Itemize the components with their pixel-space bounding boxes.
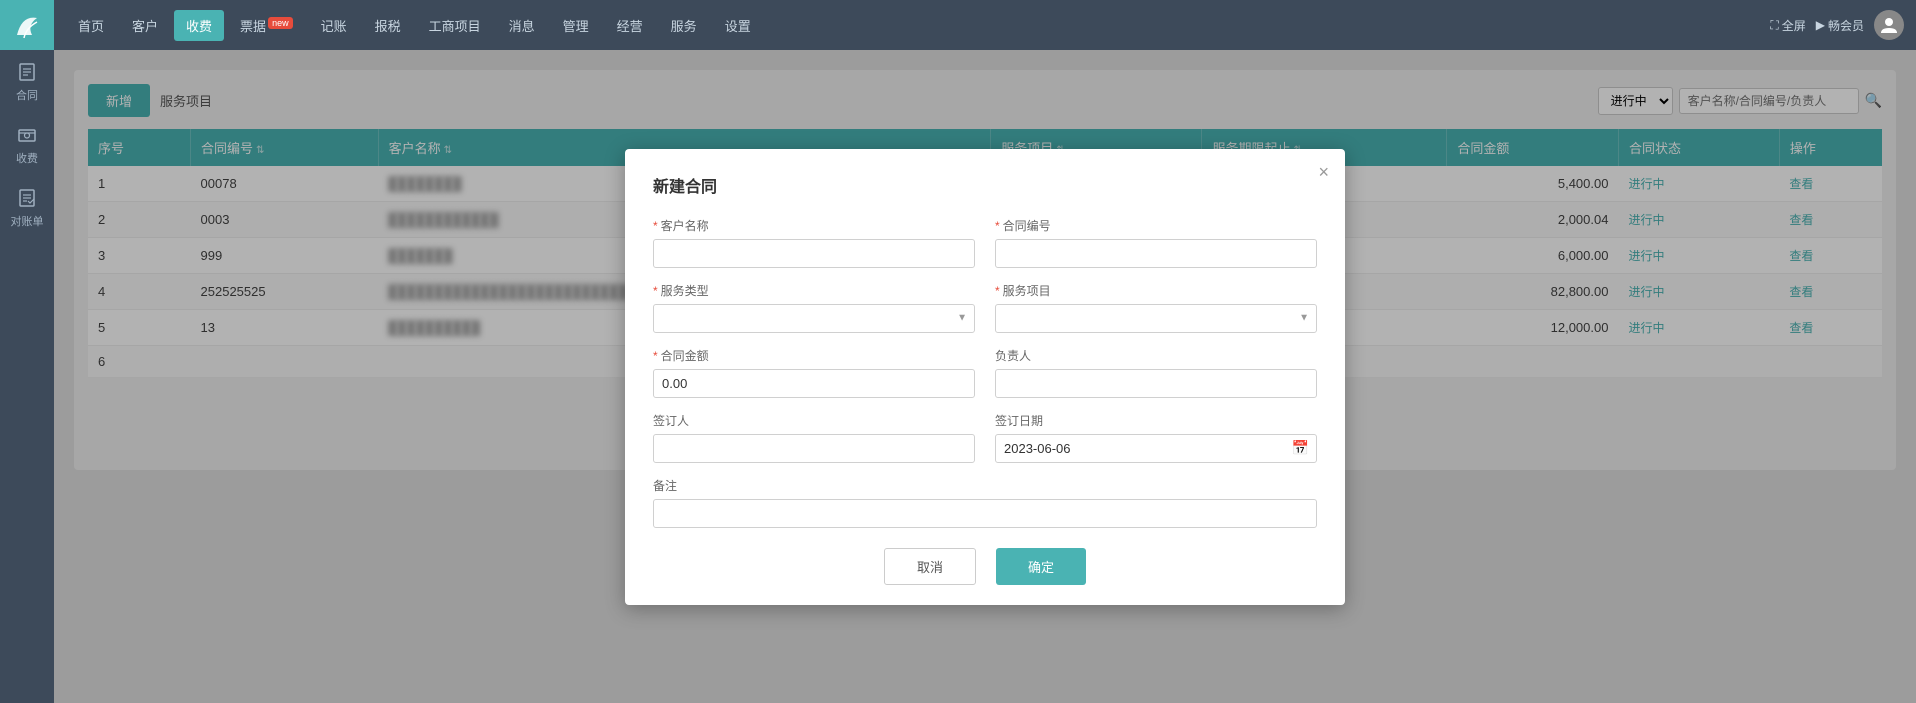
contract-no-input[interactable]: [995, 239, 1317, 268]
nav-business[interactable]: 工商项目: [417, 10, 493, 41]
contract-amount-input[interactable]: [653, 369, 975, 398]
service-item-label: *服务项目: [995, 282, 1317, 299]
fullscreen-icon: ⛶: [1770, 18, 1778, 33]
sidebar-item-reconciliation[interactable]: 对账单: [0, 176, 54, 239]
content-area: 新增 服务项目 进行中 已完成 已终止 🔍 序号 合同编: [54, 50, 1916, 703]
sidebar: 合同 收费 对账单: [0, 0, 54, 703]
sign-date-input[interactable]: [995, 434, 1317, 463]
topnav-right: ⛶ 全屏 ▶ 畅会员: [1770, 10, 1904, 40]
sign-date-wrapper: 📅: [995, 434, 1317, 463]
contract-amount-label: *合同金额: [653, 347, 975, 364]
new-contract-modal: 新建合同 × *客户名称 *合同编号: [625, 149, 1345, 605]
nav-invoice[interactable]: 票据new: [228, 10, 305, 41]
remark-label: 备注: [653, 477, 1317, 494]
contract-no-row: *合同编号: [995, 217, 1317, 268]
signer-label: 签订人: [653, 412, 975, 429]
new-badge: new: [268, 17, 293, 29]
service-item-select-wrapper: [995, 304, 1317, 333]
customer-name-label: *客户名称: [653, 217, 975, 234]
sidebar-item-collection-label: 收费: [16, 150, 38, 166]
modal-title: 新建合同: [653, 173, 1317, 197]
contract-icon: [15, 60, 39, 84]
nav-tax[interactable]: 报税: [363, 10, 413, 41]
responsible-person-row: 负责人: [995, 347, 1317, 398]
app-logo[interactable]: [0, 0, 54, 50]
service-item-row: *服务项目: [995, 282, 1317, 333]
service-type-label: *服务类型: [653, 282, 975, 299]
sidebar-item-contract-label: 合同: [16, 87, 38, 103]
modal-overlay[interactable]: 新建合同 × *客户名称 *合同编号: [54, 50, 1916, 703]
calendar-icon: 📅: [1292, 440, 1309, 457]
remark-input[interactable]: [653, 499, 1317, 528]
nav-bookkeeping[interactable]: 记账: [309, 10, 359, 41]
modal-form: *客户名称 *合同编号 *服务类型: [653, 217, 1317, 528]
contract-amount-row: *合同金额: [653, 347, 975, 398]
topnav: 首页 客户 收费 票据new 记账 报税 工商项目 消息 管理 经营 服务 设置…: [54, 0, 1916, 50]
service-type-row: *服务类型: [653, 282, 975, 333]
sign-date-label: 签订日期: [995, 412, 1317, 429]
fullscreen-button[interactable]: ⛶ 全屏: [1770, 17, 1805, 34]
sign-date-row: 签订日期 📅: [995, 412, 1317, 463]
modal-footer: 取消 确定: [653, 548, 1317, 585]
nav-operation[interactable]: 经营: [605, 10, 655, 41]
member-button[interactable]: ▶ 畅会员: [1816, 17, 1864, 34]
responsible-person-input[interactable]: [995, 369, 1317, 398]
nav-collection[interactable]: 收费: [174, 10, 224, 41]
member-icon: ▶: [1816, 18, 1825, 32]
customer-name-input[interactable]: [653, 239, 975, 268]
user-avatar[interactable]: [1874, 10, 1904, 40]
nav-service[interactable]: 服务: [659, 10, 709, 41]
sidebar-item-collection[interactable]: 收费: [0, 113, 54, 176]
cancel-button[interactable]: 取消: [884, 548, 976, 585]
responsible-person-label: 负责人: [995, 347, 1317, 364]
signer-input[interactable]: [653, 434, 975, 463]
fullscreen-label: 全屏: [1782, 17, 1806, 34]
member-label: 畅会员: [1828, 17, 1864, 34]
customer-name-row: *客户名称: [653, 217, 975, 268]
nav-management[interactable]: 管理: [551, 10, 601, 41]
nav-settings[interactable]: 设置: [713, 10, 763, 41]
service-type-select[interactable]: [653, 304, 975, 333]
nav-message[interactable]: 消息: [497, 10, 547, 41]
sidebar-item-contract[interactable]: 合同: [0, 50, 54, 113]
contract-no-label: *合同编号: [995, 217, 1317, 234]
reconciliation-icon: [15, 186, 39, 210]
modal-close-button[interactable]: ×: [1318, 163, 1329, 181]
nav-home[interactable]: 首页: [66, 10, 116, 41]
sidebar-item-reconciliation-label: 对账单: [11, 213, 44, 229]
service-type-select-wrapper: [653, 304, 975, 333]
collection-icon: [15, 123, 39, 147]
nav-customer[interactable]: 客户: [120, 10, 170, 41]
main-area: 首页 客户 收费 票据new 记账 报税 工商项目 消息 管理 经营 服务 设置…: [54, 0, 1916, 703]
signer-row: 签订人: [653, 412, 975, 463]
remark-row: 备注: [653, 477, 1317, 528]
confirm-button[interactable]: 确定: [996, 548, 1086, 585]
service-item-select[interactable]: [995, 304, 1317, 333]
